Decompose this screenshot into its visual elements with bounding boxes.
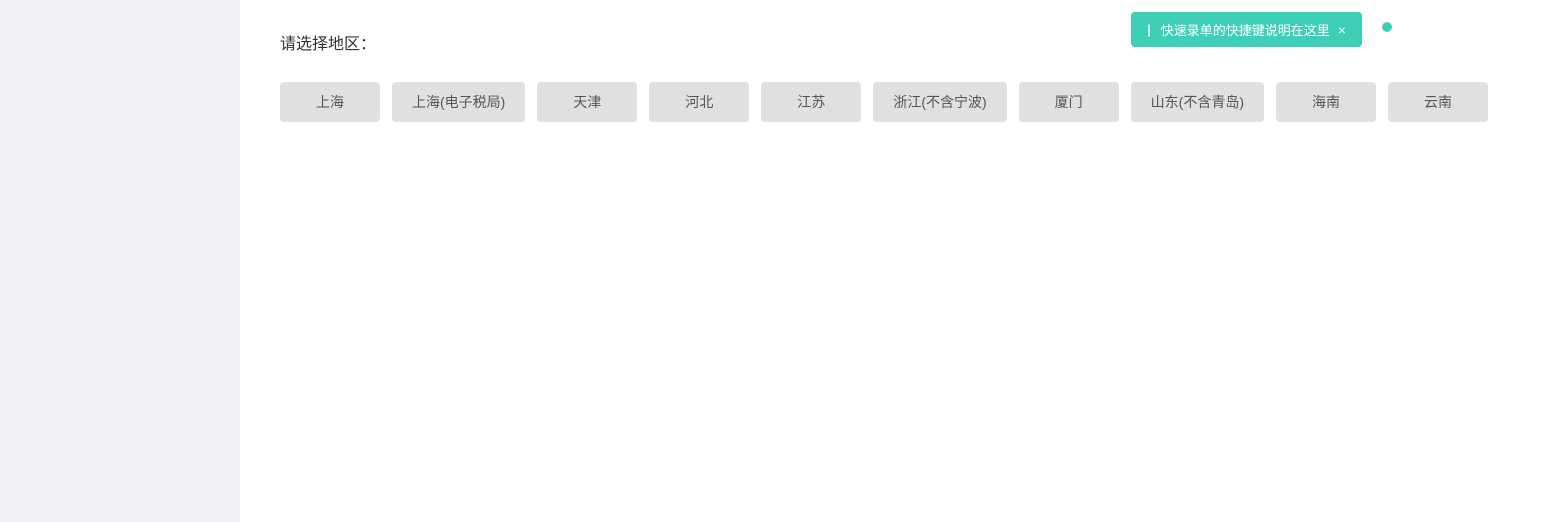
- region-btn-shandong[interactable]: 山东(不含青岛): [1131, 82, 1264, 122]
- region-btn-shanghai-etax[interactable]: 上海(电子税局): [392, 82, 525, 122]
- tooltip-text: 快速录单的快捷键说明在这里: [1161, 20, 1330, 39]
- region-btn-tianjin[interactable]: 天津: [537, 82, 637, 122]
- region-grid: 上海上海(电子税局) 天津河北江苏浙江(不含宁波) 厦门山东(不含青岛) 海南云南: [280, 82, 1522, 122]
- region-btn-xiamen[interactable]: 厦门: [1019, 82, 1119, 122]
- main-content: 请选择地区： 上海上海(电子税局)天津河北江苏浙江(不含宁波)厦门山东(不含青岛…: [240, 0, 1562, 522]
- region-btn-yunnan[interactable]: 云南: [1388, 82, 1488, 122]
- tooltip-close-button[interactable]: ×: [1338, 22, 1346, 38]
- region-btn-hebei[interactable]: 河北: [649, 82, 749, 122]
- region-btn-hainan[interactable]: 海南: [1276, 82, 1376, 122]
- tooltip-badge: 快速录单的快捷键说明在这里 ×: [1131, 12, 1362, 47]
- sidebar: [0, 0, 240, 522]
- region-btn-jiangsu[interactable]: 江苏: [761, 82, 861, 122]
- tooltip-dot: [1382, 22, 1392, 32]
- region-btn-zhejiang[interactable]: 浙江(不含宁波): [873, 82, 1006, 122]
- region-btn-shanghai[interactable]: 上海: [280, 82, 380, 122]
